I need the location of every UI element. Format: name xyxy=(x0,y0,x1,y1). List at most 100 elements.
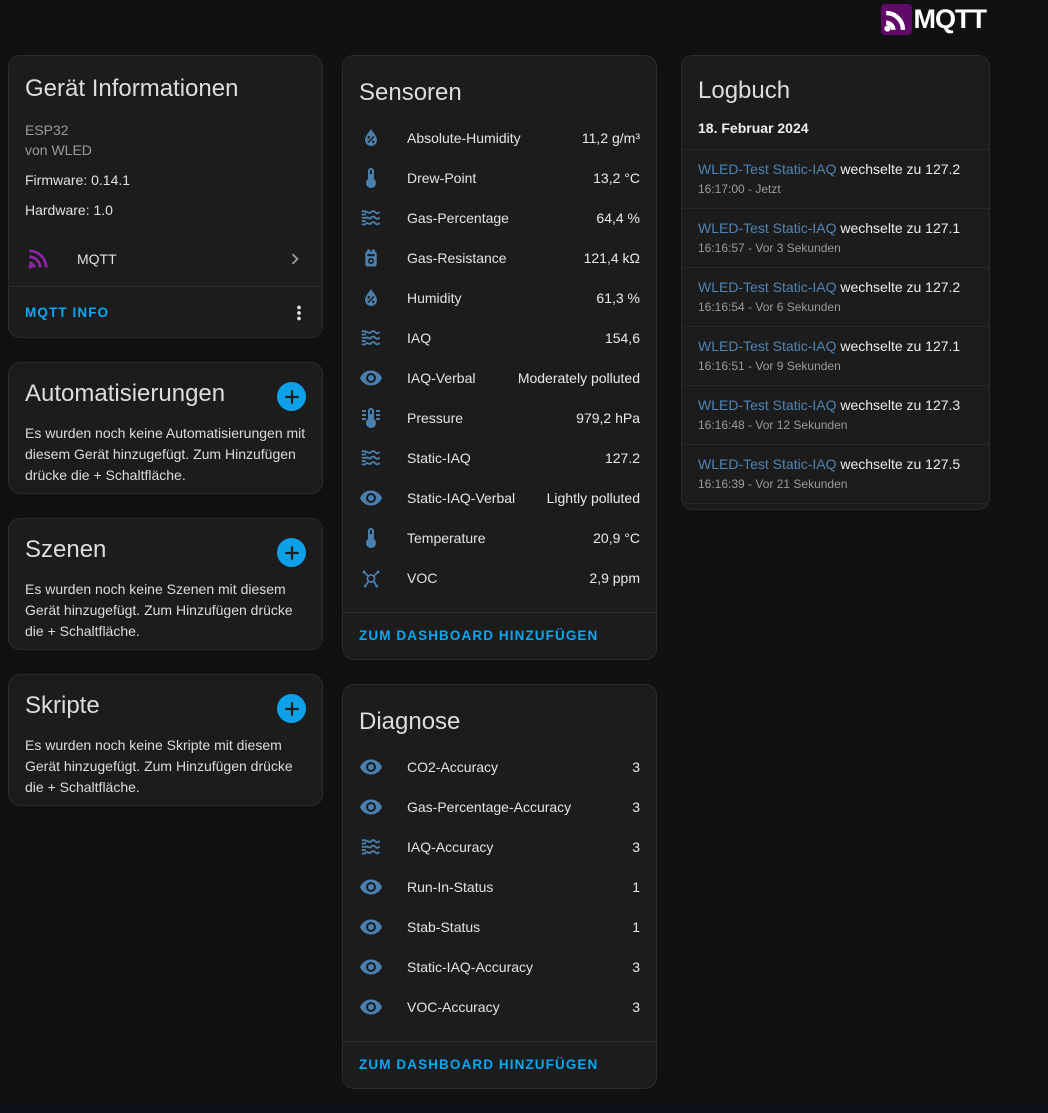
sensor-row[interactable]: Pressure 979,2 hPa xyxy=(343,398,656,438)
diagnostic-label: IAQ-Accuracy xyxy=(407,839,494,855)
logbook-entry-time: 16:16:57 - Vor 3 Sekunden xyxy=(698,241,841,255)
mqtt-logo-text: MQTT xyxy=(913,4,987,34)
sensor-value: 154,6 xyxy=(604,330,640,346)
logbook-entry-action: wechselte zu 127.1 xyxy=(836,220,961,236)
eye-icon xyxy=(359,955,383,979)
thermometer-icon xyxy=(359,526,383,550)
sensor-row[interactable]: Gas-Resistance 121,4 kΩ xyxy=(343,238,656,278)
sensor-label: Gas-Resistance xyxy=(407,250,507,266)
diagnostic-row[interactable]: Stab-Status 1 xyxy=(343,907,656,947)
sensor-value: 2,9 ppm xyxy=(589,570,640,586)
diagnostics-add-to-dashboard-button[interactable]: ZUM DASHBOARD HINZUFÜGEN xyxy=(359,1057,598,1072)
device-firmware: Firmware: 0.14.1 xyxy=(25,172,131,188)
diagnostic-row[interactable]: Gas-Percentage-Accuracy 3 xyxy=(343,787,656,827)
eye-icon xyxy=(359,366,383,390)
sensor-value: 11,2 g/m³ xyxy=(581,130,640,146)
chevron-right-icon xyxy=(284,248,306,270)
add-automation-button[interactable] xyxy=(277,382,306,411)
eye-icon xyxy=(359,995,383,1019)
eye-icon xyxy=(359,755,383,779)
sensor-row[interactable]: Static-IAQ-Verbal Lightly polluted xyxy=(343,478,656,518)
bottom-bar xyxy=(0,1104,1048,1113)
logbook-entry-time: 16:16:48 - Vor 12 Sekunden xyxy=(698,418,848,432)
entity-link[interactable]: WLED-Test Static-IAQ xyxy=(698,220,836,236)
entity-link[interactable]: WLED-Test Static-IAQ xyxy=(698,279,836,295)
entity-link[interactable]: WLED-Test Static-IAQ xyxy=(698,161,836,177)
automations-empty-text: Es wurden noch keine Automatisierungen m… xyxy=(25,425,306,483)
diagnostic-value: 3 xyxy=(632,959,640,975)
logbook-title: Logbuch xyxy=(698,77,791,104)
mqtt-arcs-icon xyxy=(25,246,51,272)
logbook-entry-time: 16:16:51 - Vor 9 Sekunden xyxy=(698,359,841,373)
sensor-row[interactable]: Gas-Percentage 64,4 % xyxy=(343,198,656,238)
water-percent-icon xyxy=(359,126,383,150)
device-manufacturer: von WLED xyxy=(25,142,92,158)
eye-icon xyxy=(359,875,383,899)
molecule-icon xyxy=(359,566,383,590)
sensor-row[interactable]: VOC 2,9 ppm xyxy=(343,558,656,598)
sensor-value: 64,4 % xyxy=(596,210,640,226)
dots-vertical-icon[interactable] xyxy=(286,300,312,326)
logbook-entry-message: WLED-Test Static-IAQ wechselte zu 127.5 xyxy=(698,454,973,474)
entity-link[interactable]: WLED-Test Static-IAQ xyxy=(698,397,836,413)
entity-link[interactable]: WLED-Test Static-IAQ xyxy=(698,338,836,354)
diagnostic-label: VOC-Accuracy xyxy=(407,999,500,1015)
air-filter-icon xyxy=(359,206,383,230)
diagnostics-title: Diagnose xyxy=(359,708,461,735)
logbook-entry[interactable]: WLED-Test Static-IAQ wechselte zu 127.2 … xyxy=(682,267,989,326)
thermometer-icon xyxy=(359,166,383,190)
sensor-row[interactable]: Drew-Point 13,2 °C xyxy=(343,158,656,198)
diagnostic-value: 1 xyxy=(632,879,640,895)
diagnostic-row[interactable]: IAQ-Accuracy 3 xyxy=(343,827,656,867)
logbook-entry-message: WLED-Test Static-IAQ wechselte zu 127.1 xyxy=(698,336,973,356)
logbook-entry[interactable]: WLED-Test Static-IAQ wechselte zu 127.1 … xyxy=(682,208,989,267)
diagnostic-value: 3 xyxy=(632,799,640,815)
logbook-entry-message: WLED-Test Static-IAQ wechselte zu 127.2 xyxy=(698,159,973,179)
thermometer-lines-icon xyxy=(359,406,383,430)
sensors-add-to-dashboard-button[interactable]: ZUM DASHBOARD HINZUFÜGEN xyxy=(359,628,598,643)
diagnostic-label: Run-In-Status xyxy=(407,879,494,895)
gas-meter-icon xyxy=(359,246,383,270)
diagnostic-label: Stab-Status xyxy=(407,919,481,935)
entity-link[interactable]: WLED-Test Static-IAQ xyxy=(698,456,836,472)
diagnostic-row[interactable]: Run-In-Status 1 xyxy=(343,867,656,907)
sensor-row[interactable]: Static-IAQ 127.2 xyxy=(343,438,656,478)
sensor-label: Static-IAQ xyxy=(407,450,471,466)
add-script-button[interactable] xyxy=(277,694,306,723)
sensor-label: VOC xyxy=(407,570,438,586)
sensor-row[interactable]: IAQ 154,6 xyxy=(343,318,656,358)
sensor-row[interactable]: Absolute-Humidity 11,2 g/m³ xyxy=(343,118,656,158)
eye-icon xyxy=(359,915,383,939)
sensor-row[interactable]: IAQ-Verbal Moderately polluted xyxy=(343,358,656,398)
integration-row-mqtt[interactable]: MQTT xyxy=(25,246,306,272)
logbook-entry[interactable]: WLED-Test Static-IAQ wechselte zu xyxy=(682,503,989,509)
logbook-entry-time: 16:16:39 - Vor 21 Sekunden xyxy=(698,477,848,491)
sensor-row[interactable]: Temperature 20,9 °C xyxy=(343,518,656,558)
diagnostic-row[interactable]: Static-IAQ-Accuracy 3 xyxy=(343,947,656,987)
logbook-entry-message: WLED-Test Static-IAQ wechselte zu 127.1 xyxy=(698,218,973,238)
mqtt-info-button[interactable]: MQTT INFO xyxy=(25,305,109,320)
logbook-entry-action: wechselte zu 127.2 xyxy=(836,279,961,295)
diagnostic-label: CO2-Accuracy xyxy=(407,759,499,775)
mqtt-logo-icon xyxy=(880,4,912,35)
scenes-card: Szenen Es wurden noch keine Szenen mit d… xyxy=(8,518,323,650)
logbook-entry[interactable]: WLED-Test Static-IAQ wechselte zu 127.3 … xyxy=(682,385,989,444)
air-filter-icon xyxy=(359,446,383,470)
diagnostic-row[interactable]: VOC-Accuracy 3 xyxy=(343,987,656,1027)
logbook-entry-message: WLED-Test Static-IAQ wechselte zu 127.2 xyxy=(698,277,973,297)
logbook-entry[interactable]: WLED-Test Static-IAQ wechselte zu 127.1 … xyxy=(682,326,989,385)
sensor-label: Gas-Percentage xyxy=(407,210,509,226)
scenes-empty-text: Es wurden noch keine Szenen mit diesem G… xyxy=(25,581,293,639)
logbook-entry[interactable]: WLED-Test Static-IAQ wechselte zu 127.2 … xyxy=(682,149,989,208)
add-scene-button[interactable] xyxy=(277,538,306,567)
scenes-title: Szenen xyxy=(25,536,107,563)
automations-card: Automatisierungen Es wurden noch keine A… xyxy=(8,362,323,494)
diagnostic-row[interactable]: CO2-Accuracy 3 xyxy=(343,747,656,787)
water-percent-icon xyxy=(359,286,383,310)
logbook-entry[interactable]: WLED-Test Static-IAQ wechselte zu 127.5 … xyxy=(682,444,989,503)
sensor-row[interactable]: Humidity 61,3 % xyxy=(343,278,656,318)
logbook-entry-action: wechselte zu 127.3 xyxy=(836,397,961,413)
sensor-value: 13,2 °C xyxy=(593,170,640,186)
mqtt-logo: MQTT xyxy=(880,4,987,35)
diagnostic-value: 3 xyxy=(632,759,640,775)
